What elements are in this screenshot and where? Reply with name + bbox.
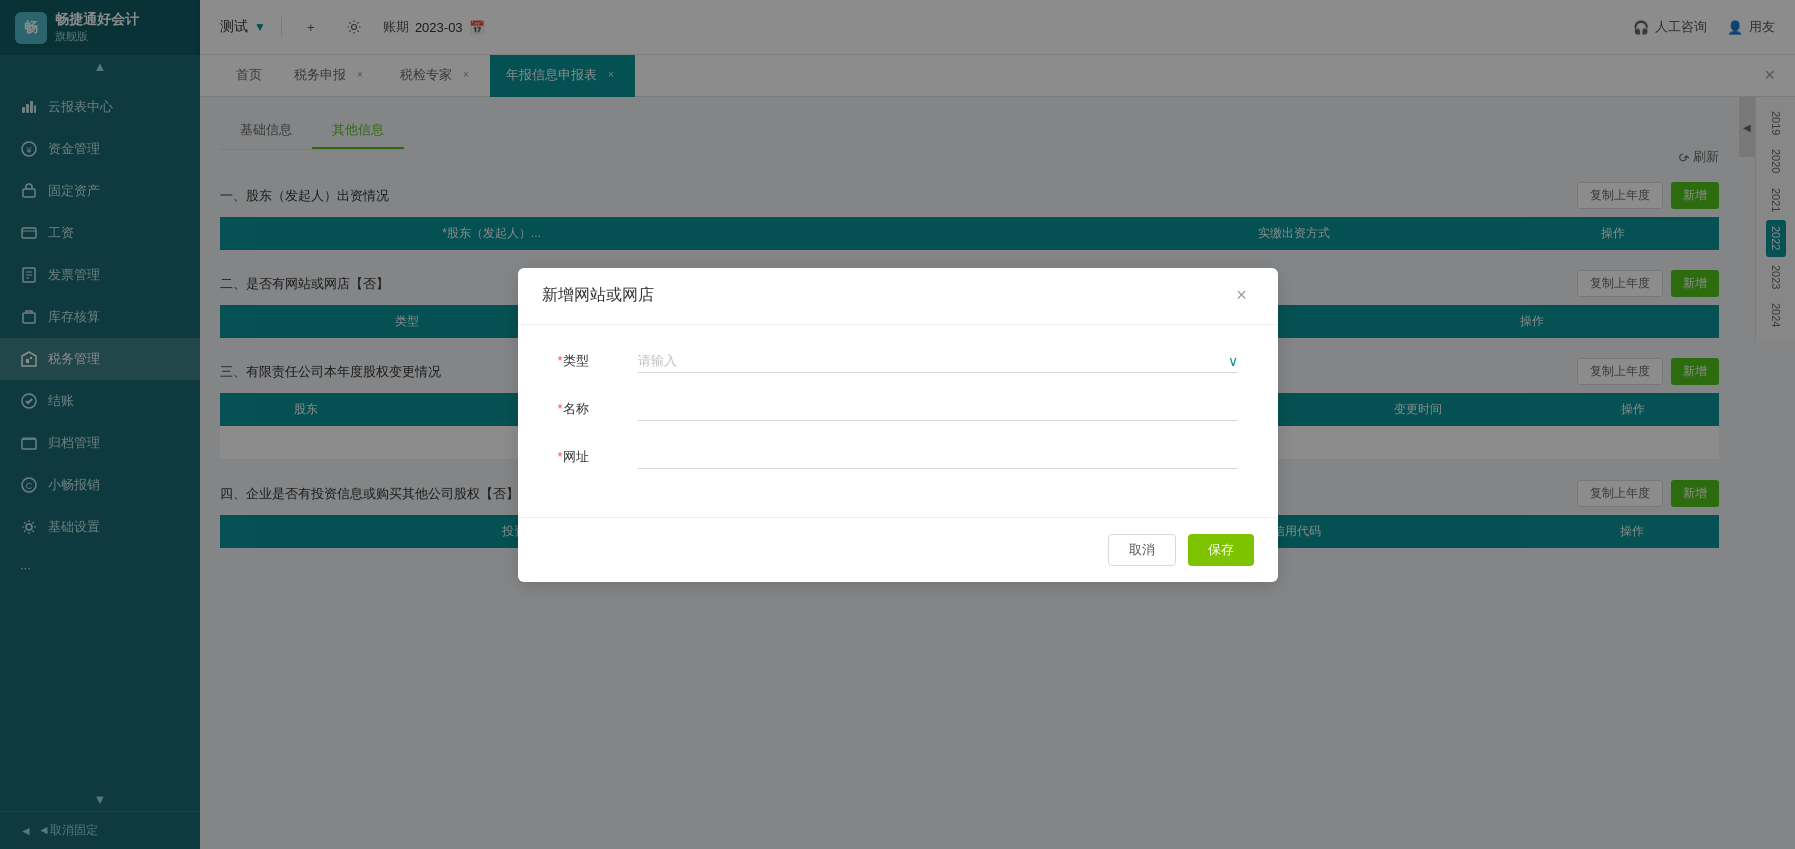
type-required-mark: *	[558, 353, 563, 368]
modal-footer: 取消 保存	[518, 517, 1278, 582]
dropdown-arrow-icon[interactable]: ∨	[1228, 353, 1238, 369]
save-button[interactable]: 保存	[1188, 534, 1254, 566]
modal-title: 新增网站或网店	[542, 285, 654, 306]
name-input[interactable]	[638, 397, 1238, 421]
modal-header: 新增网站或网店 ×	[518, 268, 1278, 325]
modal-close-icon[interactable]: ×	[1230, 284, 1254, 308]
cancel-button[interactable]: 取消	[1108, 534, 1176, 566]
url-label: *网址	[558, 448, 638, 466]
type-input[interactable]	[638, 349, 1238, 373]
name-label: *名称	[558, 400, 638, 418]
name-required-mark: *	[558, 401, 563, 416]
form-row-url: *网址	[558, 445, 1238, 469]
modal-overlay: 新增网站或网店 × *类型 ∨ *名称	[0, 0, 1795, 849]
url-input-wrap	[638, 445, 1238, 469]
form-row-type: *类型 ∨	[558, 349, 1238, 373]
name-input-wrap	[638, 397, 1238, 421]
url-required-mark: *	[558, 449, 563, 464]
modal-body: *类型 ∨ *名称 *网址	[518, 325, 1278, 517]
type-label: *类型	[558, 352, 638, 370]
type-input-wrap: ∨	[638, 349, 1238, 373]
form-row-name: *名称	[558, 397, 1238, 421]
add-website-modal: 新增网站或网店 × *类型 ∨ *名称	[518, 268, 1278, 582]
url-input[interactable]	[638, 445, 1238, 469]
